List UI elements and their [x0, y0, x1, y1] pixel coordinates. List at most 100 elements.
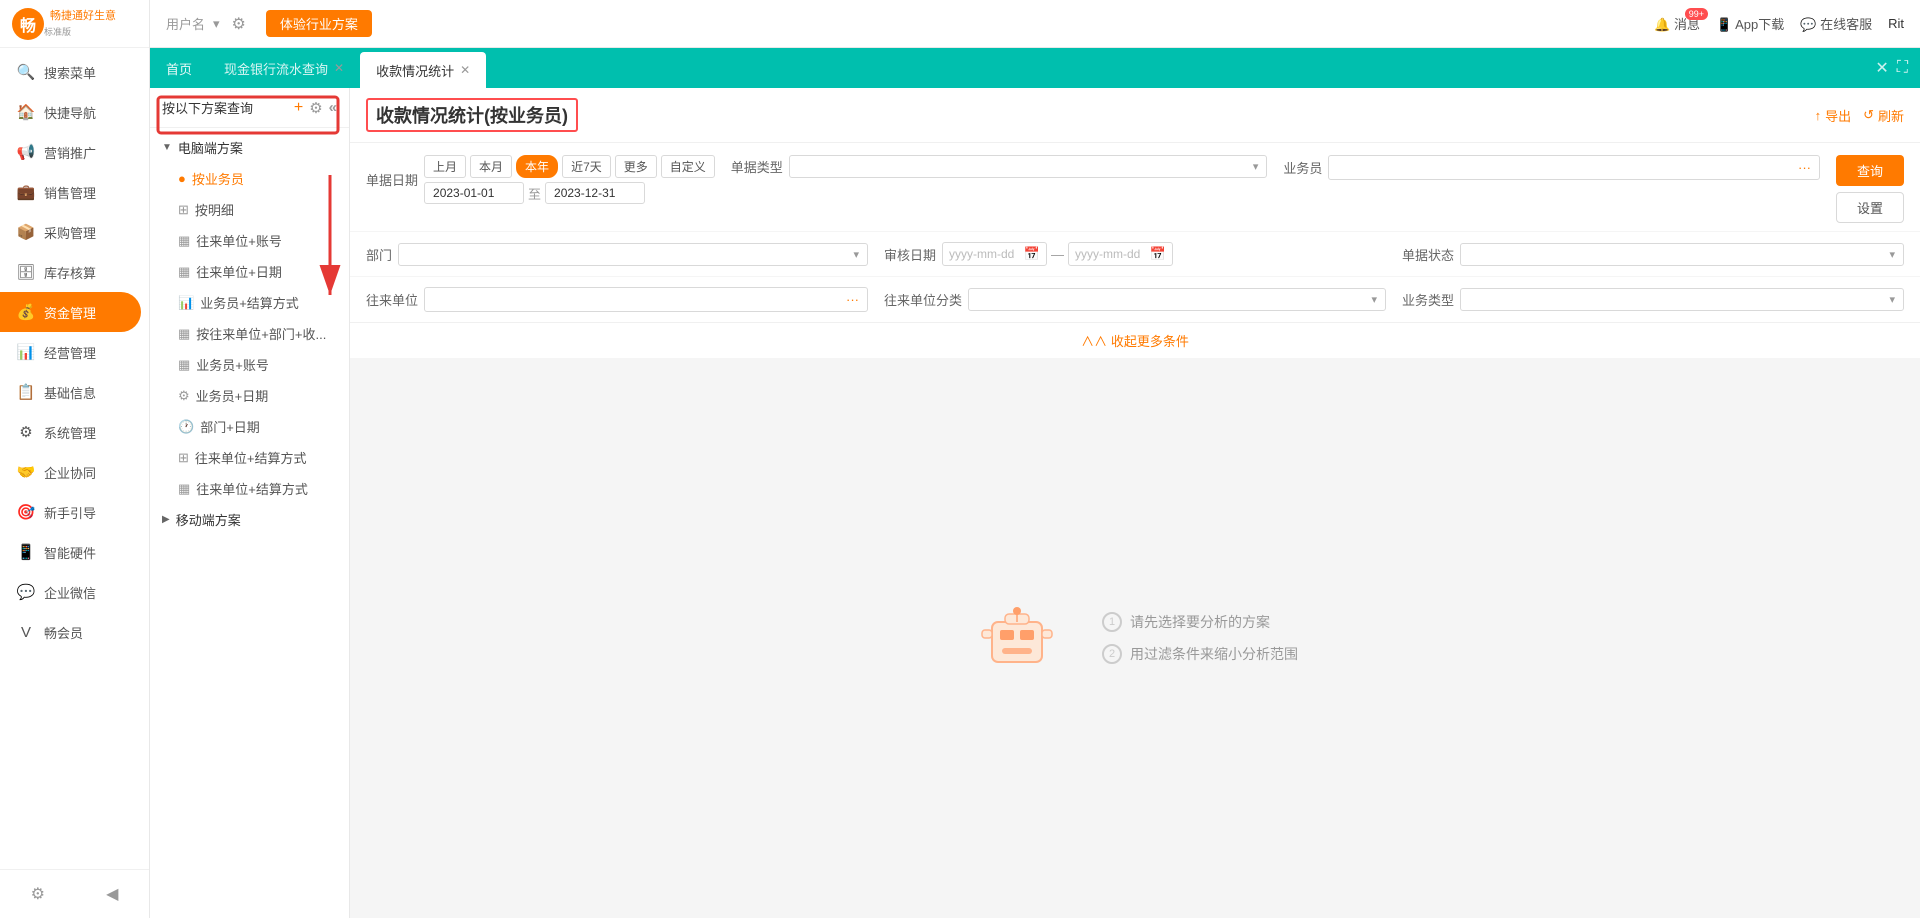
filter-action-buttons: 查询 设置	[1836, 155, 1904, 223]
sidebar-item-marketing[interactable]: 📢 营销推广	[0, 132, 149, 172]
sidebar-item-purchase[interactable]: 📦 采购管理	[0, 212, 149, 252]
refresh-button[interactable]: ↺ 刷新	[1863, 106, 1904, 125]
partner-account-icon: ▦	[178, 233, 190, 249]
scheme-item-partner-dept-label: 按往来单位+部门+收...	[196, 324, 326, 343]
filter-voucher-type-field: 单据类型 ▾	[731, 155, 1268, 178]
sidebar-item-inventory[interactable]: 🗄 库存核算	[0, 252, 149, 292]
sidebar-item-system[interactable]: ⚙ 系统管理	[0, 412, 149, 452]
collapse-bar[interactable]: ∧∧ 收起更多条件	[350, 322, 1920, 358]
dept-select[interactable]: ▾	[398, 243, 868, 266]
scheme-item-salesperson-settlement[interactable]: 📊 业务员+结算方式	[150, 287, 349, 318]
date-btn-custom[interactable]: 自定义	[661, 155, 715, 178]
scheme-panel-header-buttons: + ⚙ «	[294, 99, 337, 117]
tab-close-all-icon[interactable]: ✕	[1875, 58, 1888, 78]
salesperson-settlement-icon: 📊	[178, 295, 194, 311]
export-button[interactable]: ↑ 导出	[1815, 106, 1852, 125]
user-name-display: Rit	[1888, 16, 1904, 31]
sidebar-item-guide[interactable]: 🎯 新手引导	[0, 492, 149, 532]
date-btn-last-month[interactable]: 上月	[424, 155, 466, 178]
sidebar-collapse-btn[interactable]: ◀	[98, 880, 126, 908]
scheme-settings-btn[interactable]: ⚙	[309, 99, 322, 117]
scheme-item-salesperson-account[interactable]: ▦ 业务员+账号	[150, 349, 349, 380]
marketing-icon: 📢	[16, 142, 36, 162]
business-type-select[interactable]: ▾	[1460, 288, 1904, 311]
partner-select[interactable]: ···	[424, 287, 868, 312]
sidebar-item-wechat[interactable]: 💬 企业微信	[0, 572, 149, 612]
basic-info-icon: 📋	[16, 382, 36, 402]
sidebar-item-member[interactable]: V 畅会员	[0, 612, 149, 652]
scheme-item-salesperson-date-label: 业务员+日期	[196, 386, 269, 405]
tab-fullscreen-icon[interactable]: ⛶	[1897, 59, 1908, 77]
tab-bank-flow[interactable]: 现金银行流水查询 ✕	[208, 48, 360, 88]
date-btn-more[interactable]: 更多	[615, 155, 657, 178]
app-download-btn[interactable]: 📱 App下载	[1716, 14, 1784, 33]
date-separator: 至	[528, 184, 541, 203]
scheme-collapse-btn[interactable]: «	[329, 99, 337, 117]
scheme-group-pc-title[interactable]: ▼ 电脑端方案	[150, 132, 349, 163]
dept-date-icon: 🕐	[178, 419, 194, 435]
tab-home[interactable]: 首页	[150, 48, 208, 88]
scheme-group-mobile-title[interactable]: ▶ 移动端方案	[150, 504, 349, 535]
scheme-item-partner-account[interactable]: ▦ 往来单位+账号	[150, 225, 349, 256]
sidebar-label-system: 系统管理	[44, 423, 96, 442]
partner-more-btn[interactable]: ···	[846, 292, 859, 307]
step-1-text: 请先选择要分析的方案	[1130, 612, 1270, 632]
voucher-type-select[interactable]: ▾	[789, 155, 1268, 178]
topbar-scheme-button[interactable]: 体验行业方案	[266, 10, 372, 37]
scheme-add-btn[interactable]: +	[294, 99, 303, 117]
sidebar-label-hardware: 智能硬件	[44, 543, 96, 562]
date-to-input[interactable]	[545, 182, 645, 204]
sidebar-item-enterprise[interactable]: 🤝 企业协同	[0, 452, 149, 492]
search-menu-icon: 🔍	[16, 62, 36, 82]
tab-collection-stats-close[interactable]: ✕	[460, 63, 470, 77]
voucher-status-select[interactable]: ▾	[1460, 243, 1904, 266]
tab-bank-flow-close[interactable]: ✕	[334, 61, 344, 75]
review-date-from-text: yyyy-mm-dd	[949, 247, 1014, 261]
settings-button[interactable]: 设置	[1836, 192, 1904, 223]
online-service-btn[interactable]: 💬 在线客服	[1800, 14, 1872, 33]
scheme-item-dept-date[interactable]: 🕐 部门+日期	[150, 411, 349, 442]
sidebar-item-finance[interactable]: 💰 资金管理	[0, 292, 141, 332]
sidebar-settings-btn[interactable]: ⚙	[23, 880, 53, 908]
sidebar-item-hardware[interactable]: 📱 智能硬件	[0, 532, 149, 572]
topbar-gear-icon[interactable]: ⚙	[232, 14, 246, 34]
date-from-input[interactable]	[424, 182, 524, 204]
scheme-item-detail[interactable]: ⊞ 按明细	[150, 194, 349, 225]
scheme-item-salesperson[interactable]: ● 按业务员	[150, 163, 349, 194]
logo-app-name: 畅捷通好生意	[50, 9, 116, 23]
filter-salesperson-field: 业务员 ···	[1283, 155, 1820, 180]
tab-bar-right: ✕ ⛶	[1875, 58, 1920, 78]
scheme-item-dept-date-label: 部门+日期	[200, 417, 260, 436]
salesperson-date-icon: ⚙	[178, 388, 190, 404]
salesperson-more-btn[interactable]: ···	[1798, 160, 1811, 175]
scheme-item-partner-date[interactable]: ▦ 往来单位+日期	[150, 256, 349, 287]
sidebar-item-basic-info[interactable]: 📋 基础信息	[0, 372, 149, 412]
sidebar-item-sales[interactable]: 💼 销售管理	[0, 172, 149, 212]
date-btn-7days[interactable]: 近7天	[562, 155, 611, 178]
sidebar-item-quick-nav[interactable]: 🏠 快捷导航	[0, 92, 149, 132]
query-button[interactable]: 查询	[1836, 155, 1904, 186]
breadcrumb-arrow[interactable]: ▾	[213, 16, 220, 32]
salesperson-label: 业务员	[1283, 158, 1322, 177]
sidebar-item-operations[interactable]: 📊 经营管理	[0, 332, 149, 372]
review-date-to-picker[interactable]: yyyy-mm-dd 📅	[1068, 242, 1173, 266]
scheme-item-partner-dept[interactable]: ▦ 按往来单位+部门+收...	[150, 318, 349, 349]
review-date-from-picker[interactable]: yyyy-mm-dd 📅	[942, 242, 1047, 266]
scheme-item-salesperson-date[interactable]: ⚙ 业务员+日期	[150, 380, 349, 411]
notification-btn[interactable]: 🔔 消息 99+	[1654, 14, 1700, 33]
review-date-from-calendar-icon: 📅	[1024, 246, 1040, 262]
tab-collection-stats[interactable]: 收款情况统计 ✕	[360, 52, 486, 88]
filter-voucher-status-field: 单据状态 ▾	[1402, 243, 1904, 266]
date-btn-this-year[interactable]: 本年	[516, 155, 558, 178]
salesperson-select[interactable]: ···	[1328, 155, 1820, 180]
sidebar-label-operations: 经营管理	[44, 343, 96, 362]
partner-category-select[interactable]: ▾	[968, 288, 1386, 311]
scheme-item-partner-settlement2-label: 往来单位+结算方式	[196, 479, 308, 498]
scheme-item-salesperson-label: 按业务员	[192, 169, 244, 188]
main-area: 用户名 ▾ ⚙ 体验行业方案 🔔 消息 99+ 📱 App下载 💬 在线客服 R…	[150, 0, 1920, 918]
date-btn-this-month[interactable]: 本月	[470, 155, 512, 178]
scheme-item-partner-settlement2[interactable]: ▦ 往来单位+结算方式	[150, 473, 349, 504]
quick-nav-icon: 🏠	[16, 102, 36, 122]
sidebar-item-search-menu[interactable]: 🔍 搜索菜单	[0, 52, 149, 92]
scheme-item-partner-settlement1[interactable]: ⊞ 往来单位+结算方式	[150, 442, 349, 473]
